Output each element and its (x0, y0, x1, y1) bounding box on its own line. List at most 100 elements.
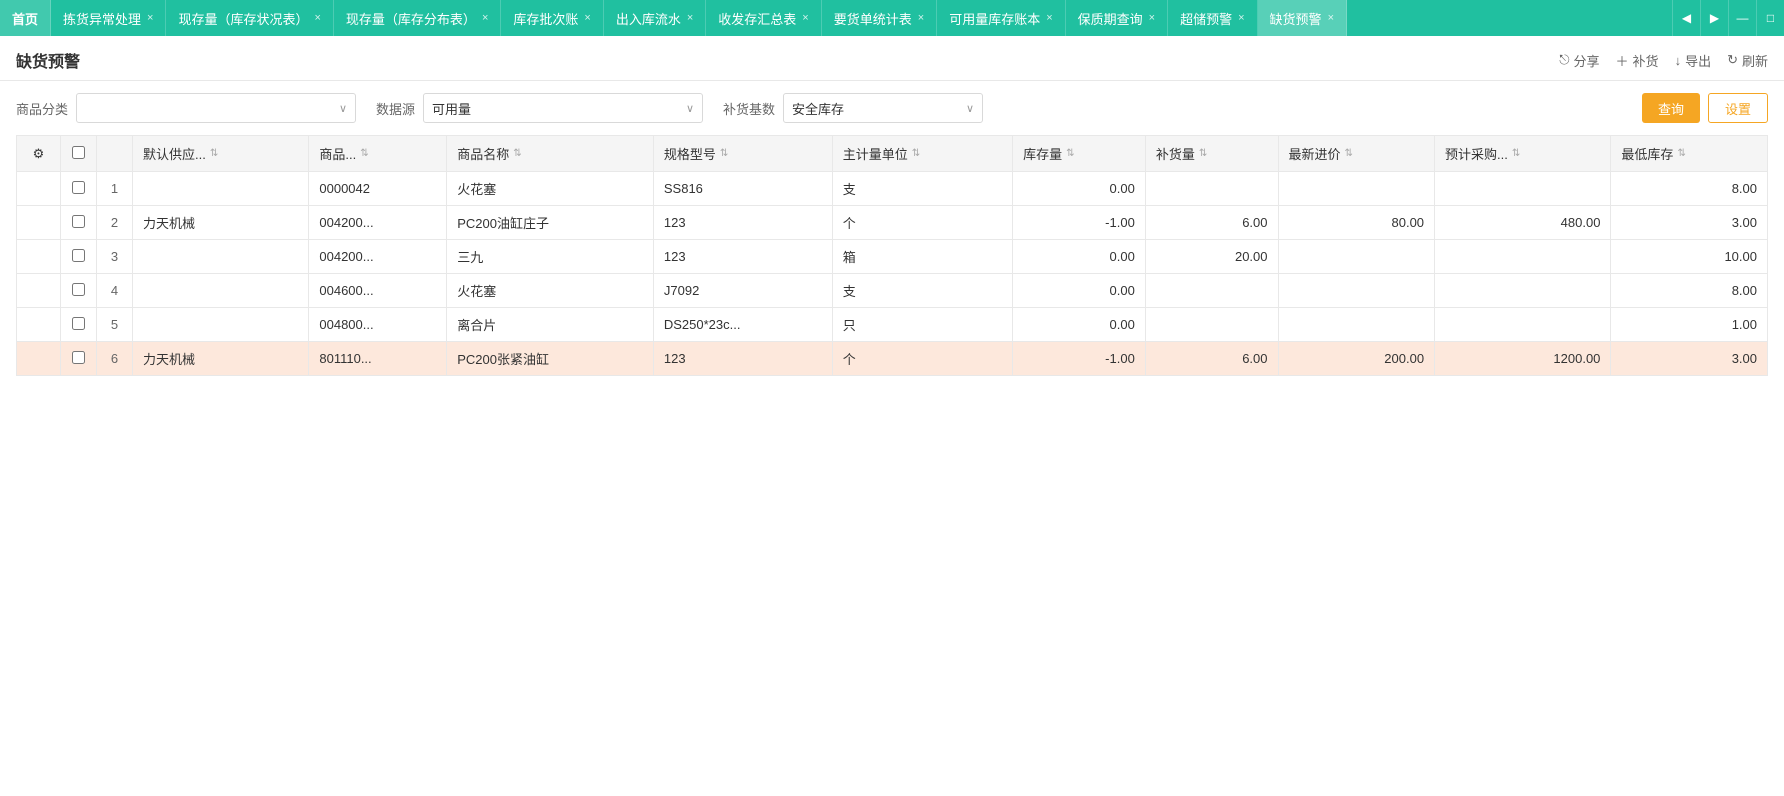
unit-sort-icon: ⇅ (912, 148, 920, 159)
replenish-basis-label: 补货基数 (723, 99, 775, 118)
nav-tab-close-inventory-status[interactable]: × (314, 12, 320, 24)
row-min-stock: 8.00 (1611, 172, 1768, 206)
refresh-icon: ↻ (1727, 52, 1738, 68)
table-header-row: ⚙ 默认供应... ⇅ 商品... (17, 136, 1768, 172)
row-estimated-purchase (1435, 172, 1611, 206)
nav-tab-close-expiry-query[interactable]: × (1149, 12, 1155, 24)
row-checkbox[interactable] (72, 249, 85, 262)
row-checkbox[interactable] (72, 283, 85, 296)
row-default-supplier (133, 308, 309, 342)
row-latest-price (1278, 172, 1435, 206)
nav-tab-demand-stat[interactable]: 要货单统计表× (822, 0, 937, 36)
column-latest-price-th[interactable]: 最新进价 ⇅ (1278, 136, 1435, 172)
replenish-basis-select-arrow: ∨ (966, 102, 974, 115)
nav-tab-close-overstock[interactable]: × (1238, 12, 1244, 24)
nav-tab-close-shortage[interactable]: × (1328, 12, 1334, 24)
column-stock-th[interactable]: 库存量 ⇅ (1013, 136, 1146, 172)
row-product-name: 离合片 (447, 308, 654, 342)
row-unit: 个 (832, 206, 1012, 240)
category-select[interactable]: ∨ (76, 93, 356, 123)
datasource-select[interactable]: 可用量 ∨ (423, 93, 703, 123)
replenish-icon: ＋ (1616, 51, 1629, 70)
column-select-all-th[interactable] (61, 136, 97, 172)
column-spec-th[interactable]: 规格型号 ⇅ (653, 136, 832, 172)
nav-tab-close-demand-stat[interactable]: × (918, 12, 924, 24)
row-gear-cell (17, 274, 61, 308)
gear-icon: ⚙ (33, 146, 45, 161)
top-nav: 首页拣货异常处理×现存量（库存状况表）×现存量（库存分布表）×库存批次账×出入库… (0, 0, 1784, 36)
row-checkbox[interactable] (72, 317, 85, 330)
settings-button[interactable]: 设置 (1708, 93, 1768, 123)
table-row: 10000042火花塞SS816支0.008.00 (17, 172, 1768, 206)
row-checkbox[interactable] (72, 181, 85, 194)
row-min-stock: 3.00 (1611, 206, 1768, 240)
nav-tab-close-batch-account[interactable]: × (584, 12, 590, 24)
nav-tab-close-exception[interactable]: × (147, 12, 153, 24)
nav-prev-button[interactable]: ◀ (1672, 0, 1700, 36)
column-estimated-purchase-th[interactable]: 预计采购... ⇅ (1435, 136, 1611, 172)
row-stock: 0.00 (1013, 172, 1146, 206)
row-unit: 支 (832, 172, 1012, 206)
row-number: 3 (97, 240, 133, 274)
row-unit: 箱 (832, 240, 1012, 274)
row-product-code: 004600... (309, 274, 447, 308)
column-unit-th[interactable]: 主计量单位 ⇅ (832, 136, 1012, 172)
nav-tab-overstock[interactable]: 超储预警× (1168, 0, 1257, 36)
stock-sort-icon: ⇅ (1066, 148, 1074, 159)
nav-tab-close-available-ledger[interactable]: × (1046, 12, 1052, 24)
row-replenish-qty (1145, 172, 1278, 206)
nav-maximize-button[interactable]: □ (1756, 0, 1784, 36)
filter-bar: 商品分类 ∨ 数据源 可用量 ∨ 补货基数 安全库存 ∨ 查询 设置 (0, 81, 1784, 135)
nav-tab-expiry-query[interactable]: 保质期查询× (1066, 0, 1168, 36)
export-action[interactable]: ↓ 导出 (1675, 51, 1712, 70)
row-default-supplier: 力天机械 (133, 206, 309, 240)
table-container: ⚙ 默认供应... ⇅ 商品... (0, 135, 1784, 376)
nav-tab-exception[interactable]: 拣货异常处理× (51, 0, 166, 36)
nav-next-button[interactable]: ▶ (1700, 0, 1728, 36)
column-replenish-qty-th[interactable]: 补货量 ⇅ (1145, 136, 1278, 172)
nav-tab-close-flow[interactable]: × (687, 12, 693, 24)
nav-tab-home[interactable]: 首页 (0, 0, 51, 36)
row-product-code: 004200... (309, 206, 447, 240)
row-stock: 0.00 (1013, 308, 1146, 342)
default-supplier-th-label: 默认供应... (143, 144, 206, 163)
row-gear-cell (17, 342, 61, 376)
row-checkbox[interactable] (72, 351, 85, 364)
nav-tab-inventory-status[interactable]: 现存量（库存状况表）× (166, 0, 333, 36)
row-default-supplier (133, 240, 309, 274)
default-supplier-sort-icon: ⇅ (210, 148, 218, 159)
nav-tab-collect-summary[interactable]: 收发存汇总表× (706, 0, 821, 36)
nav-tab-shortage[interactable]: 缺货预警× (1258, 0, 1347, 36)
row-replenish-qty (1145, 274, 1278, 308)
query-button[interactable]: 查询 (1642, 93, 1700, 123)
replenish-basis-select[interactable]: 安全库存 ∨ (783, 93, 983, 123)
nav-tab-available-ledger[interactable]: 可用量库存账本× (937, 0, 1065, 36)
column-settings-th[interactable]: ⚙ (17, 136, 61, 172)
row-spec: SS816 (653, 172, 832, 206)
row-gear-cell (17, 240, 61, 274)
row-checkbox[interactable] (72, 215, 85, 228)
nav-tab-close-inventory-dist[interactable]: × (482, 12, 488, 24)
row-checkbox-cell (61, 308, 97, 342)
column-product-code-th[interactable]: 商品... ⇅ (309, 136, 447, 172)
nav-tab-batch-account[interactable]: 库存批次账× (501, 0, 603, 36)
nav-minimize-button[interactable]: — (1728, 0, 1756, 36)
replenish-action[interactable]: ＋ 补货 (1616, 51, 1659, 70)
min-stock-sort-icon: ⇅ (1677, 148, 1685, 159)
row-product-code: 0000042 (309, 172, 447, 206)
nav-tab-close-collect-summary[interactable]: × (802, 12, 808, 24)
column-product-name-th[interactable]: 商品名称 ⇅ (447, 136, 654, 172)
row-checkbox-cell (61, 274, 97, 308)
column-min-stock-th[interactable]: 最低库存 ⇅ (1611, 136, 1768, 172)
column-default-supplier-th[interactable]: 默认供应... ⇅ (133, 136, 309, 172)
nav-tab-inventory-dist[interactable]: 现存量（库存分布表）× (334, 0, 501, 36)
table-row: 6力天机械801110...PC200张紧油缸123个-1.006.00200.… (17, 342, 1768, 376)
filter-actions: 查询 设置 (1642, 93, 1768, 123)
product-code-th-label: 商品... (319, 144, 356, 163)
select-all-checkbox[interactable] (72, 146, 85, 159)
nav-tab-flow[interactable]: 出入库流水× (604, 0, 706, 36)
row-latest-price (1278, 274, 1435, 308)
refresh-action[interactable]: ↻ 刷新 (1727, 51, 1768, 70)
row-product-name: PC200张紧油缸 (447, 342, 654, 376)
share-action[interactable]: ⎋ 分享 (1559, 51, 1599, 70)
